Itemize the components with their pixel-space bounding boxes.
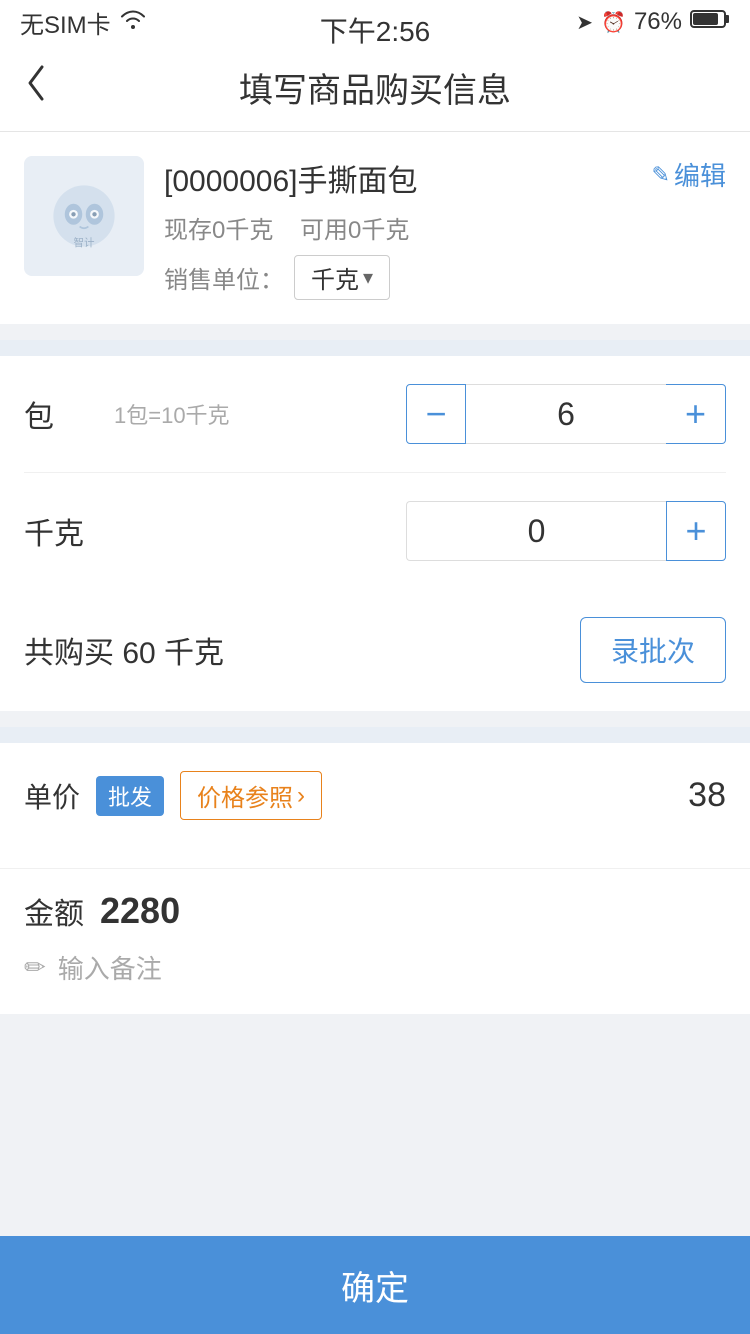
package-increment-button[interactable]: + <box>666 384 726 444</box>
price-section: 单价 批发 价格参照 › 38 <box>0 743 750 868</box>
battery-icon <box>690 8 730 37</box>
page-title: 填写商品购买信息 <box>239 63 511 112</box>
kg-controls: + <box>406 501 726 561</box>
remark-row[interactable]: ✏ 输入备注 <box>24 949 726 986</box>
location-icon: ➤ <box>576 10 593 35</box>
package-label: 包 <box>24 392 104 436</box>
pencil-icon: ✏ <box>24 952 46 983</box>
price-value: 38 <box>688 776 726 815</box>
kg-increment-button[interactable]: + <box>666 501 726 561</box>
wifi-icon <box>119 8 147 36</box>
amount-row: 金额 2280 <box>24 889 726 933</box>
confirm-label: 确定 <box>341 1261 409 1310</box>
kg-label: 千克 <box>24 509 104 553</box>
input-section: 包 1包=10千克 − + 千克 + <box>0 356 750 589</box>
amount-section: 金额 2280 ✏ 输入备注 <box>0 868 750 1014</box>
kg-row: 千克 + <box>24 473 726 589</box>
total-section: 共购买 60 千克 录批次 <box>0 589 750 711</box>
unit-select[interactable]: 千克 ▾ <box>294 255 390 300</box>
dropdown-icon: ▾ <box>363 265 373 290</box>
chevron-icon: › <box>297 782 305 810</box>
product-info: [0000006]手撕面包 ✎ 编辑 现存0千克 可用0千克 销售单位： 千克 … <box>164 156 726 300</box>
price-label: 单价 <box>24 776 80 816</box>
product-card: 智计 [0000006]手撕面包 ✎ 编辑 现存0千克 可用0千克 销售单位： … <box>0 132 750 324</box>
battery-label: 76% <box>634 8 682 36</box>
carrier-label: 无SIM卡 <box>20 5 111 40</box>
price-ref-button[interactable]: 价格参照 › <box>180 771 322 820</box>
remark-label: 输入备注 <box>58 949 162 986</box>
section-divider-1 <box>0 340 750 356</box>
status-bar: 无SIM卡 下午2:56 ➤ ⏰ 76% <box>0 0 750 44</box>
total-label: 共购买 60 千克 <box>24 628 224 672</box>
price-row: 单价 批发 价格参照 › 38 <box>24 771 726 820</box>
product-stock: 现存0千克 可用0千克 <box>164 210 726 245</box>
kg-quantity-input[interactable] <box>406 501 666 561</box>
confirm-button[interactable]: 确定 <box>0 1236 750 1334</box>
package-hint: 1包=10千克 <box>114 398 230 430</box>
package-controls: − + <box>406 384 726 444</box>
section-divider-2 <box>0 727 750 743</box>
product-image: 智计 <box>24 156 144 276</box>
nav-bar: 填写商品购买信息 <box>0 44 750 132</box>
edit-button[interactable]: ✎ 编辑 <box>652 156 726 193</box>
status-right: ➤ ⏰ 76% <box>576 8 730 37</box>
svg-text:智计: 智计 <box>74 236 95 249</box>
product-unit-row: 销售单位： 千克 ▾ <box>164 255 726 300</box>
record-batch-button[interactable]: 录批次 <box>580 617 726 683</box>
amount-value: 2280 <box>100 890 180 932</box>
amount-label: 金额 <box>24 889 84 933</box>
status-left: 无SIM卡 <box>20 5 147 40</box>
package-row: 包 1包=10千克 − + <box>24 356 726 473</box>
back-button[interactable] <box>24 63 48 112</box>
product-name: [0000006]手撕面包 <box>164 156 417 200</box>
package-quantity-input[interactable] <box>466 384 666 444</box>
alarm-icon: ⏰ <box>601 10 626 35</box>
package-decrement-button[interactable]: − <box>406 384 466 444</box>
price-tag: 批发 <box>96 776 164 816</box>
